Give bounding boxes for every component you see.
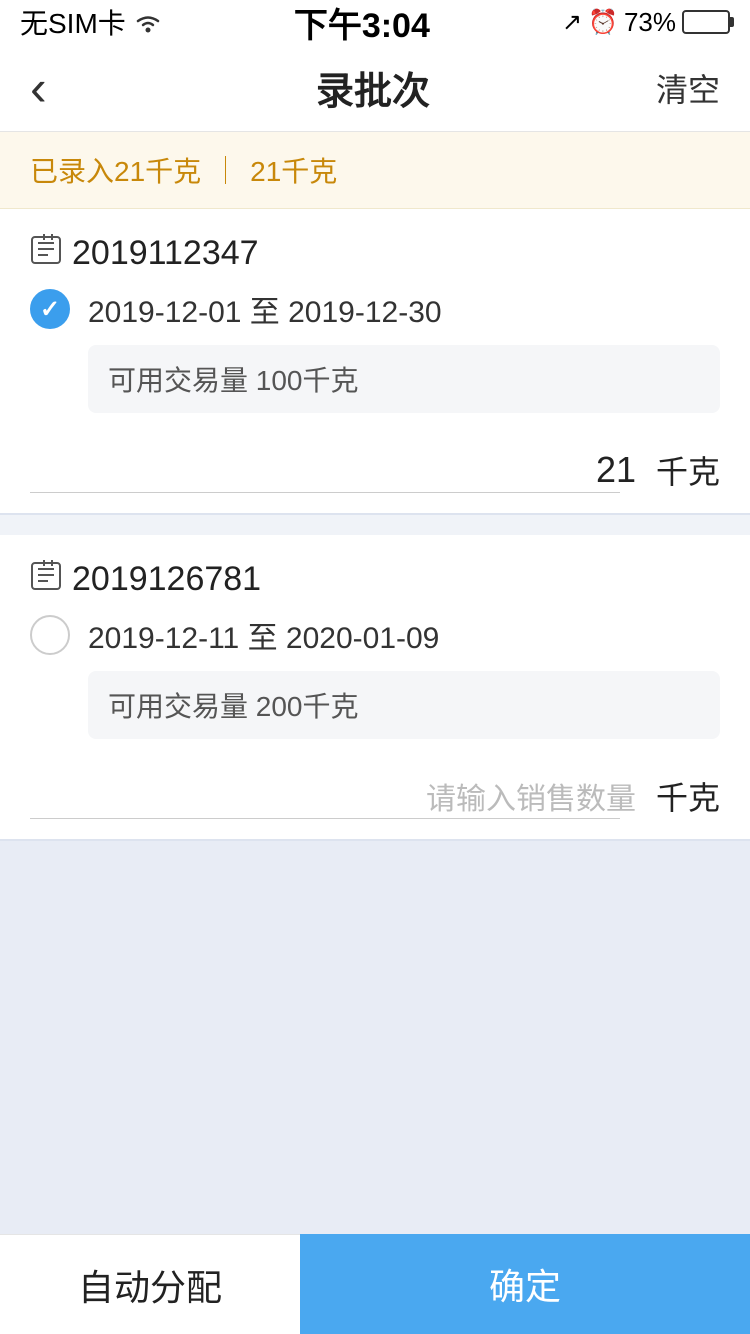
empty-area bbox=[0, 841, 750, 1301]
batch-1-radio[interactable] bbox=[30, 289, 70, 329]
batch-1-quantity-inner: 21 千克 bbox=[30, 447, 720, 493]
location-icon: ↗ bbox=[562, 8, 582, 37]
batch-2-quantity-placeholder[interactable]: 请输入销售数量 bbox=[426, 774, 636, 818]
qty-line-2 bbox=[30, 818, 620, 819]
batch-1-id: 2019112347 bbox=[72, 234, 259, 273]
batch-1-volume: 可用交易量 100千克 bbox=[88, 345, 720, 413]
wifi-icon bbox=[134, 11, 162, 33]
qty-line-1 bbox=[30, 492, 620, 493]
batch-2-unit: 千克 bbox=[656, 773, 720, 819]
status-left: 无SIM卡 bbox=[20, 2, 162, 42]
batch-2-header: 2019126781 bbox=[30, 559, 720, 599]
batch-1-icon bbox=[30, 233, 62, 273]
batch-2-date-row[interactable]: 2019-12-11 至 2020-01-09 bbox=[30, 613, 720, 657]
battery-percent: 73% bbox=[624, 7, 676, 38]
info-value: 21千克 bbox=[250, 150, 337, 190]
status-right: ↗ ⏰ 73% bbox=[562, 7, 730, 38]
batch-1-date: 2019-12-01 至 2019-12-30 bbox=[88, 287, 442, 331]
nav-bar: ‹ 录批次 清空 bbox=[0, 44, 750, 132]
card-gap-1 bbox=[0, 515, 750, 535]
batch-2-radio[interactable] bbox=[30, 615, 70, 655]
batch-2-quantity-inner: 请输入销售数量 千克 bbox=[30, 773, 720, 819]
batch-card-2: 2019126781 2019-12-11 至 2020-01-09 可用交易量… bbox=[0, 535, 750, 763]
batch-2-quantity-wrapper: 请输入销售数量 千克 bbox=[0, 763, 750, 841]
status-time: 下午3:04 bbox=[294, 0, 430, 47]
batch-1-date-row[interactable]: 2019-12-01 至 2019-12-30 bbox=[30, 287, 720, 331]
batch-1-quantity-value: 21 bbox=[596, 449, 636, 491]
status-bar: 无SIM卡 下午3:04 ↗ ⏰ 73% bbox=[0, 0, 750, 44]
batch-2-volume: 可用交易量 200千克 bbox=[88, 671, 720, 739]
batch-1-unit: 千克 bbox=[656, 447, 720, 493]
battery-icon bbox=[682, 10, 730, 34]
batch-1-quantity-wrapper: 21 千克 bbox=[0, 437, 750, 515]
info-recorded: 已录入21千克 bbox=[30, 150, 201, 190]
page-title: 录批次 bbox=[316, 60, 430, 115]
auto-distribute-button[interactable]: 自动分配 bbox=[0, 1234, 300, 1334]
info-banner: 已录入21千克 21千克 bbox=[0, 132, 750, 209]
batch-2-icon bbox=[30, 559, 62, 599]
info-divider bbox=[225, 156, 226, 184]
carrier-text: 无SIM卡 bbox=[20, 2, 126, 42]
back-button[interactable]: ‹ bbox=[30, 59, 90, 117]
content-scroll: 2019112347 2019-12-01 至 2019-12-30 可用交易量… bbox=[0, 209, 750, 1311]
batch-card-1: 2019112347 2019-12-01 至 2019-12-30 可用交易量… bbox=[0, 209, 750, 437]
batch-1-header: 2019112347 bbox=[30, 233, 720, 273]
clear-button[interactable]: 清空 bbox=[656, 65, 720, 111]
alarm-icon: ⏰ bbox=[588, 8, 618, 37]
bottom-bar: 自动分配 确定 bbox=[0, 1234, 750, 1334]
confirm-button[interactable]: 确定 bbox=[300, 1234, 750, 1334]
batch-2-date: 2019-12-11 至 2020-01-09 bbox=[88, 613, 439, 657]
batch-2-id: 2019126781 bbox=[72, 560, 261, 599]
